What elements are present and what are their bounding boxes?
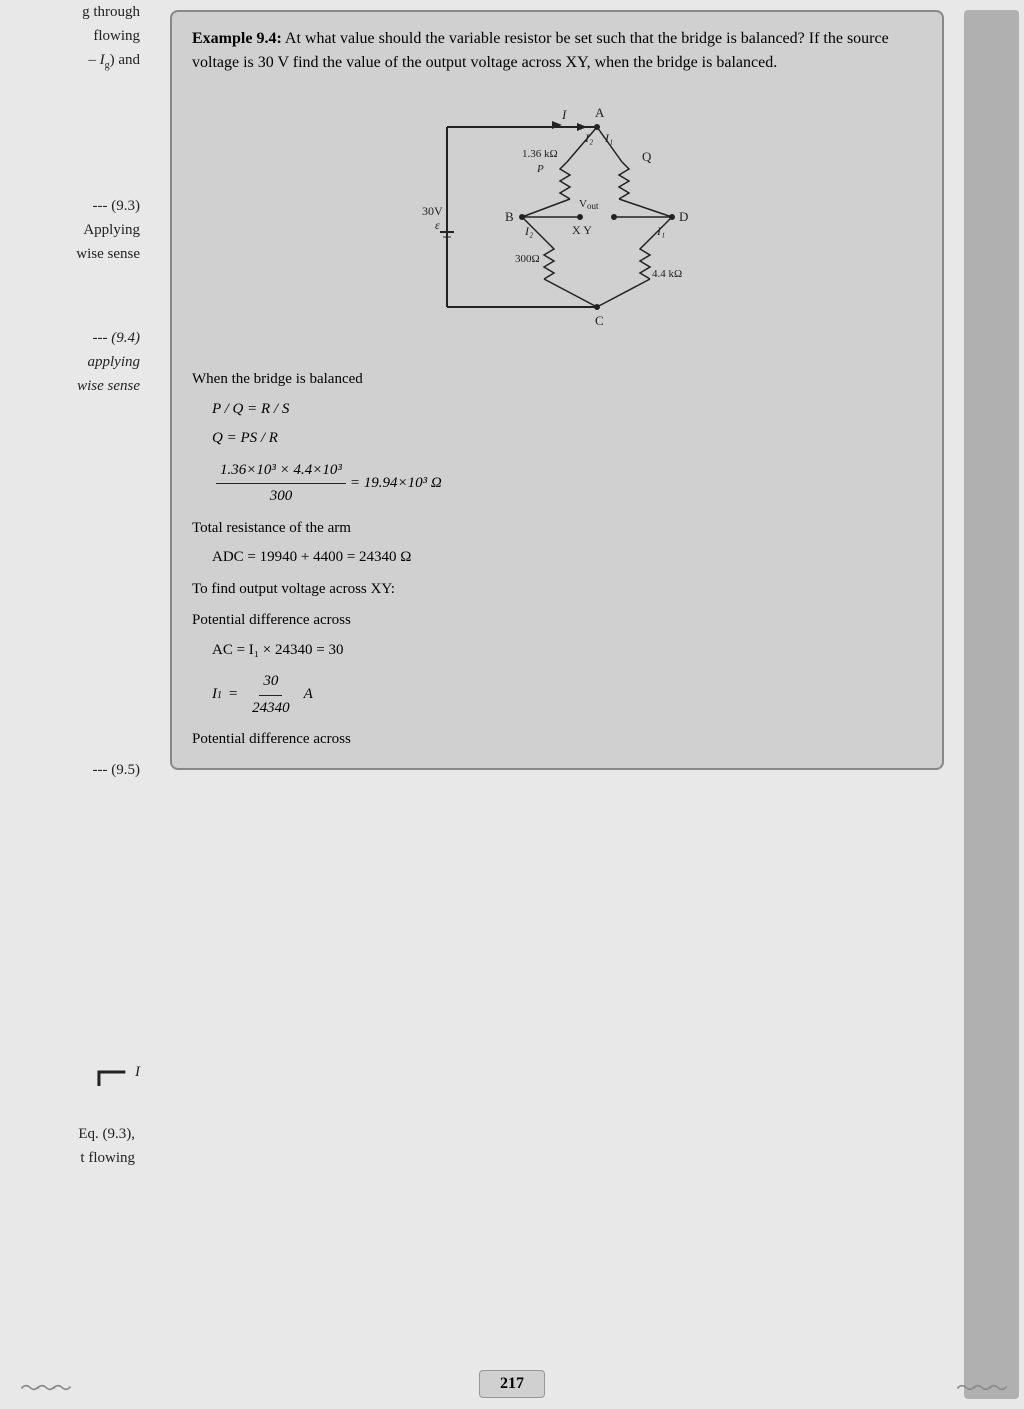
- svg-text:out: out: [587, 201, 599, 211]
- sidebar-mid: --- (9.3) Applying wise sense: [10, 194, 145, 266]
- sidebar-applying: Applying: [10, 218, 140, 242]
- potential-diff-label-2: Potential difference across: [192, 727, 922, 753]
- sidebar-top: g through flowing – Ig) and: [10, 0, 145, 74]
- example-label: Example 9.4:: [192, 30, 282, 47]
- i1-fraction: 30 24340: [248, 669, 294, 721]
- svg-text:V: V: [579, 198, 587, 210]
- svg-text:P: P: [536, 163, 544, 175]
- i1-denominator: 24340: [248, 696, 294, 722]
- wave-decoration-left: 〜〜〜: [20, 1372, 68, 1401]
- q-ps-r-text: Q = PS / R: [212, 426, 278, 452]
- page-number-box: 217: [479, 1370, 545, 1398]
- sidebar-bottom: --- (9.5) ⌐ I Eq. (9.3), t flowing: [10, 758, 145, 1170]
- q-ps-r-equation: Q = PS / R: [192, 426, 922, 452]
- adc-equation: ADC = 19940 + 4400 = 24340 Ω: [192, 545, 922, 571]
- example-title: Example 9.4: At what value should the va…: [192, 27, 922, 75]
- i1-unit: A: [304, 682, 313, 708]
- page-wrapper: g through flowing – Ig) and --- (9.3) Ap…: [0, 0, 1024, 1409]
- adc-text: ADC = 19940 + 4400 = 24340 Ω: [212, 545, 411, 571]
- example-box: Example 9.4: At what value should the va…: [170, 10, 944, 770]
- q-fraction-equation: 1.36×10³ × 4.4×10³ 300 = 19.94×10³ Ω: [212, 458, 922, 510]
- svg-text:X Y: X Y: [572, 223, 592, 237]
- svg-text:30V: 30V: [422, 204, 443, 218]
- bridge-balanced-label: When the bridge is balanced: [192, 367, 922, 393]
- main-content: Example 9.4: At what value should the va…: [155, 0, 959, 1409]
- sidebar-eq-94: --- (9.4): [10, 326, 140, 350]
- ac-equation: AC = I₁ × 24340 = 30: [192, 638, 922, 664]
- svg-text:I₂: I₂: [524, 224, 533, 238]
- svg-text:1.36 kΩ: 1.36 kΩ: [522, 148, 558, 160]
- sidebar-applying-2: applying: [10, 350, 140, 374]
- q-denominator: 300: [266, 484, 297, 510]
- q-result: = 19.94×10³ Ω: [350, 471, 442, 497]
- circuit-diagram: I 30V ε A B C: [367, 87, 747, 357]
- right-sidebar: [964, 10, 1019, 1399]
- svg-text:I: I: [561, 107, 567, 122]
- bracket-with-I: ⌐ I: [91, 1042, 141, 1102]
- i1-subscript: 1: [217, 687, 222, 704]
- potential-diff-label-1: Potential difference across: [192, 608, 922, 634]
- svg-text:ε: ε: [435, 218, 440, 232]
- sidebar-wise-2: wise sense: [10, 374, 140, 398]
- left-sidebar: g through flowing – Ig) and --- (9.3) Ap…: [0, 0, 155, 1409]
- sidebar-eqs: --- (9.4) applying wise sense: [10, 326, 145, 398]
- svg-text:I₁: I₁: [604, 131, 613, 145]
- q-fraction: 1.36×10³ × 4.4×10³ 300: [216, 458, 346, 510]
- current-I-label: I: [135, 1060, 140, 1084]
- svg-text:D: D: [679, 209, 688, 224]
- equals-sign: =: [228, 682, 238, 708]
- wave-decoration-right: 〜〜〜: [956, 1372, 1004, 1401]
- sidebar-wise-1: wise sense: [10, 242, 140, 266]
- pq-rs-text: P / Q = R / S: [212, 397, 289, 423]
- sidebar-final: Eq. (9.3), t flowing: [78, 1122, 140, 1170]
- page-number: 217: [500, 1375, 524, 1392]
- example-text: At what value should the variable resist…: [192, 30, 889, 71]
- page-number-bar: 〜〜〜 217 〜〜〜: [0, 1359, 1024, 1409]
- i1-numerator: 30: [259, 669, 282, 696]
- output-voltage-label: To find output voltage across XY:: [192, 577, 922, 603]
- total-resistance-label: Total resistance of the arm: [192, 516, 922, 542]
- bracket-left-symbol: ⌐: [91, 1042, 132, 1102]
- q-numerator: 1.36×10³ × 4.4×10³: [216, 458, 346, 485]
- circuit-diagram-container: I 30V ε A B C: [192, 87, 922, 357]
- sidebar-eq-95: --- (9.5): [93, 758, 140, 782]
- sidebar-eq-93: --- (9.3): [10, 194, 140, 218]
- svg-text:B: B: [505, 209, 514, 224]
- sidebar-eq-ref: Eq. (9.3),: [78, 1122, 135, 1146]
- solution-text: When the bridge is balanced P / Q = R / …: [192, 367, 922, 753]
- svg-text:I₂: I₂: [584, 131, 593, 145]
- svg-text:300Ω: 300Ω: [515, 253, 540, 265]
- svg-text:I₁: I₁: [656, 224, 665, 238]
- svg-text:C: C: [595, 313, 604, 328]
- ac-text: AC = I₁ × 24340 = 30: [212, 638, 343, 664]
- pq-rs-equation: P / Q = R / S: [192, 397, 922, 423]
- sidebar-line-2: flowing: [10, 24, 140, 48]
- svg-text:Q: Q: [642, 149, 652, 164]
- sidebar-t-flowing: t flowing: [78, 1146, 135, 1170]
- sidebar-line-1: g through: [10, 0, 140, 24]
- sidebar-line-3: – Ig) and: [10, 48, 140, 74]
- sidebar-bracket-section: ⌐ I: [91, 1042, 141, 1102]
- i1-fraction-equation: I1 = 30 24340 A: [212, 669, 922, 721]
- svg-text:4.4 kΩ: 4.4 kΩ: [652, 268, 682, 280]
- svg-text:A: A: [595, 105, 605, 120]
